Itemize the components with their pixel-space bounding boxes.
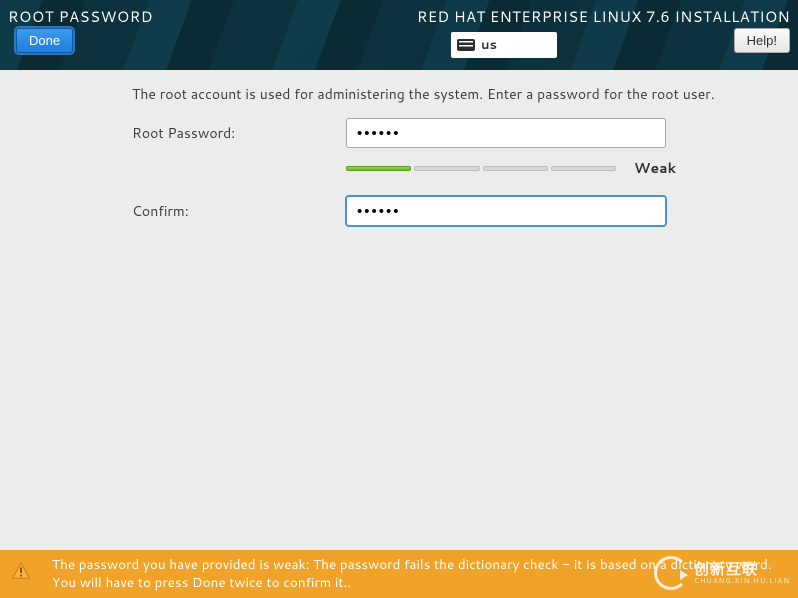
password-strength-meter — [346, 166, 616, 171]
keyboard-layout-indicator[interactable]: us — [451, 32, 557, 58]
page-title: ROOT PASSWORD — [8, 6, 153, 27]
strength-segment-1 — [346, 166, 411, 171]
help-button[interactable]: Help! — [734, 28, 790, 53]
done-button[interactable]: Done — [16, 28, 73, 53]
warning-bar: The password you have provided is weak: … — [0, 550, 798, 598]
strength-segment-4 — [551, 166, 616, 171]
strength-segment-2 — [414, 166, 479, 171]
content-area: The root account is used for administeri… — [0, 70, 798, 226]
confirm-password-row: Confirm: — [0, 196, 798, 226]
password-strength-label: Weak — [634, 158, 676, 178]
root-password-input[interactable] — [346, 118, 666, 148]
instruction-text: The root account is used for administeri… — [0, 84, 798, 118]
root-password-row: Root Password: — [0, 118, 798, 148]
confirm-password-label: Confirm: — [0, 201, 346, 221]
header-bar: ROOT PASSWORD RED HAT ENTERPRISE LINUX 7… — [0, 0, 798, 70]
installer-title: RED HAT ENTERPRISE LINUX 7.6 INSTALLATIO… — [417, 6, 790, 27]
password-strength-row: Weak — [0, 158, 798, 178]
warning-message: The password you have provided is weak: … — [52, 556, 782, 591]
confirm-password-input[interactable] — [346, 196, 666, 226]
root-password-label: Root Password: — [0, 123, 346, 143]
warning-icon — [12, 562, 30, 586]
keyboard-layout-label: us — [481, 36, 497, 54]
keyboard-icon — [457, 39, 475, 51]
strength-segment-3 — [483, 166, 548, 171]
